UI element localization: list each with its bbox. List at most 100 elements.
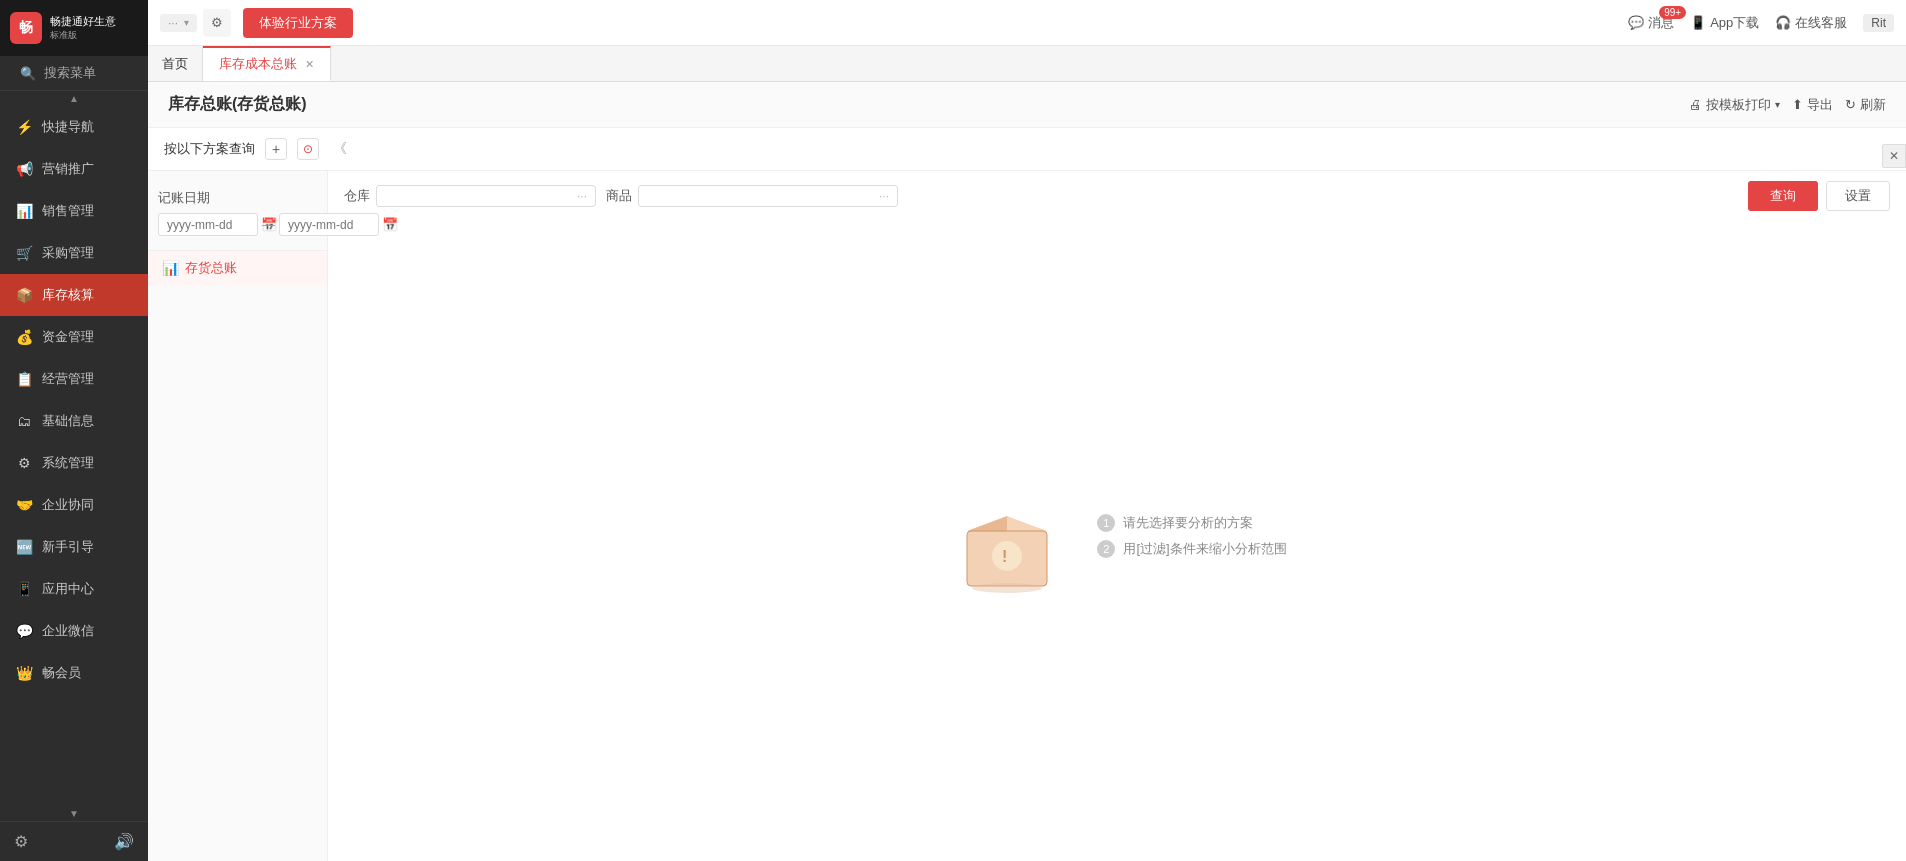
tab-inventory-ledger[interactable]: 库存成本总账 ✕ — [203, 46, 331, 81]
finance-icon: 💰 — [14, 327, 34, 347]
sidebar-item-purchase[interactable]: 🛒 采购管理 — [0, 232, 148, 274]
tab-close-icon[interactable]: ✕ — [305, 58, 314, 71]
sidebar-item-finance[interactable]: 💰 资金管理 — [0, 316, 148, 358]
tab-home[interactable]: 首页 — [148, 46, 203, 81]
marketing-icon: 📢 — [14, 159, 34, 179]
scroll-up-arrow[interactable]: ▲ — [0, 91, 148, 106]
filter-add-btn[interactable]: + — [265, 138, 287, 160]
sidebar-item-basic-info[interactable]: 🗂 基础信息 — [0, 400, 148, 442]
app-download-label: App下载 — [1710, 14, 1759, 32]
sidebar-item-guide[interactable]: 🆕 新手引导 — [0, 526, 148, 568]
logo-icon: 畅 — [10, 12, 42, 44]
sidebar-item-marketing[interactable]: 📢 营销推广 — [0, 148, 148, 190]
app-logo: 畅 畅捷通好生意 标准版 — [0, 0, 148, 56]
plan-item-inventory-ledger[interactable]: 📊 存货总账 — [148, 251, 327, 285]
phone-icon: 📱 — [1690, 15, 1706, 30]
sidebar: 畅 畅捷通好生意 标准版 🔍 搜索菜单 ▲ ⚡ 快捷导航 📢 营销推广 📊 销售… — [0, 0, 148, 861]
page-title: 库存总账(存货总账) — [168, 94, 307, 115]
refresh-btn[interactable]: ↻ 刷新 — [1845, 96, 1886, 114]
empty-state: ! 1 请先选择要分析的方案 2 用[过滤]条件来缩小分析范围 — [328, 211, 1906, 861]
gear-icon: ⚙ — [211, 15, 223, 30]
empty-illustration: ! — [947, 476, 1067, 596]
purchase-icon: 🛒 — [14, 243, 34, 263]
user-area[interactable]: Rit — [1863, 14, 1894, 32]
filter-collapse-btn[interactable]: 《 — [329, 138, 351, 160]
filter-row: 仓库 ··· 商品 ··· — [328, 171, 1906, 211]
sidebar-item-wecom[interactable]: 💬 企业微信 — [0, 610, 148, 652]
sales-icon: 📊 — [14, 201, 34, 221]
goods-select[interactable]: ··· — [638, 185, 898, 207]
sidebar-item-vip[interactable]: 👑 畅会员 — [0, 652, 148, 694]
sidebar-item-quick-nav[interactable]: ⚡ 快捷导航 — [0, 106, 148, 148]
right-close-icon: ✕ — [1889, 149, 1899, 163]
filter-label: 按以下方案查询 — [164, 140, 255, 158]
app-download-btn[interactable]: 📱 App下载 — [1690, 14, 1759, 32]
vip-icon: 👑 — [14, 663, 34, 683]
svg-marker-2 — [1007, 516, 1047, 531]
page-header: 库存总账(存货总账) 🖨 按模板打印 ▾ ⬆ 导出 ↻ 刷新 — [148, 82, 1906, 128]
print-icon: 🖨 — [1689, 97, 1702, 112]
refresh-icon: ↻ — [1845, 97, 1856, 112]
sound-footer-btn[interactable]: 🔊 — [114, 832, 134, 851]
basic-info-icon: 🗂 — [14, 411, 34, 431]
sidebar-item-operations[interactable]: 📋 经营管理 — [0, 358, 148, 400]
topbar: ··· ▾ ⚙ 体验行业方案 💬 消息 99+ 📱 App下载 🎧 在线客服 — [148, 0, 1906, 46]
topbar-settings-btn[interactable]: ⚙ — [203, 9, 231, 37]
system-icon: ⚙ — [14, 453, 34, 473]
query-btn[interactable]: 查询 — [1748, 181, 1818, 211]
enterprise-icon: 🤝 — [14, 495, 34, 515]
wecom-icon: 💬 — [14, 621, 34, 641]
sidebar-item-app-center[interactable]: 📱 应用中心 — [0, 568, 148, 610]
app-center-icon: 📱 — [14, 579, 34, 599]
sidebar-item-enterprise[interactable]: 🤝 企业协同 — [0, 484, 148, 526]
guide-icon: 🆕 — [14, 537, 34, 557]
message-btn[interactable]: 💬 消息 99+ — [1628, 14, 1674, 32]
warehouse-more-icon[interactable]: ··· — [577, 189, 587, 203]
quick-nav-icon: ⚡ — [14, 117, 34, 137]
sidebar-item-inventory[interactable]: 📦 库存核算 — [0, 274, 148, 316]
warehouse-field: 仓库 ··· — [344, 185, 596, 207]
sidebar-nav: ⚡ 快捷导航 📢 营销推广 📊 销售管理 🛒 采购管理 📦 库存核算 💰 资金管… — [0, 106, 148, 806]
collapse-icon: 《 — [333, 140, 347, 158]
goods-more-icon[interactable]: ··· — [879, 189, 889, 203]
print-btn[interactable]: 🖨 按模板打印 ▾ — [1689, 96, 1780, 114]
search-menu[interactable]: 🔍 搜索菜单 — [0, 56, 148, 91]
message-badge: 99+ — [1659, 6, 1686, 19]
plan-icon: 📊 — [162, 260, 179, 276]
scroll-down-arrow[interactable]: ▼ — [0, 806, 148, 821]
right-close-btn[interactable]: ✕ — [1882, 144, 1906, 168]
svg-marker-1 — [967, 516, 1007, 531]
app-name: 畅捷通好生意 — [50, 14, 116, 29]
inventory-icon: 📦 — [14, 285, 34, 305]
filter-bar: 按以下方案查询 + ⊙ 《 — [148, 128, 1906, 171]
svg-text:!: ! — [1002, 548, 1007, 565]
warehouse-select[interactable]: ··· — [376, 185, 596, 207]
breadcrumb[interactable]: ··· ▾ — [160, 14, 197, 32]
tab-home-label: 首页 — [162, 55, 188, 73]
export-icon: ⬆ — [1792, 97, 1803, 112]
message-icon: 💬 — [1628, 15, 1644, 30]
online-service-btn[interactable]: 🎧 在线客服 — [1775, 14, 1847, 32]
date-start-input-wrap[interactable]: 📅 — [158, 213, 258, 236]
step1-num: 1 — [1097, 514, 1115, 532]
settings-footer-btn[interactable]: ⚙ — [14, 832, 28, 851]
topbar-left: ··· ▾ ⚙ 体验行业方案 — [160, 8, 1628, 38]
chevron-down-icon: ▾ — [184, 17, 189, 28]
date-start-input[interactable] — [167, 218, 257, 232]
sidebar-item-sales[interactable]: 📊 销售管理 — [0, 190, 148, 232]
export-btn[interactable]: ⬆ 导出 — [1792, 96, 1833, 114]
filter-setting-btn[interactable]: ⊙ — [297, 138, 319, 160]
settings-action-btn[interactable]: 设置 — [1826, 181, 1890, 211]
industry-btn[interactable]: 体验行业方案 — [243, 8, 353, 38]
warehouse-label: 仓库 — [344, 187, 370, 205]
print-chevron-icon: ▾ — [1775, 99, 1780, 110]
step2-num: 2 — [1097, 540, 1115, 558]
content-body: 记账日期 📅 — 📅 📊 — [148, 171, 1906, 861]
filter-setting-icon: ⊙ — [303, 142, 313, 156]
date-separator: — — [262, 217, 275, 232]
search-icon: 🔍 — [20, 66, 36, 81]
operations-icon: 📋 — [14, 369, 34, 389]
goods-field: 商品 ··· — [606, 185, 898, 207]
sidebar-item-system[interactable]: ⚙ 系统管理 — [0, 442, 148, 484]
main-area: ··· ▾ ⚙ 体验行业方案 💬 消息 99+ 📱 App下载 🎧 在线客服 — [148, 0, 1906, 861]
